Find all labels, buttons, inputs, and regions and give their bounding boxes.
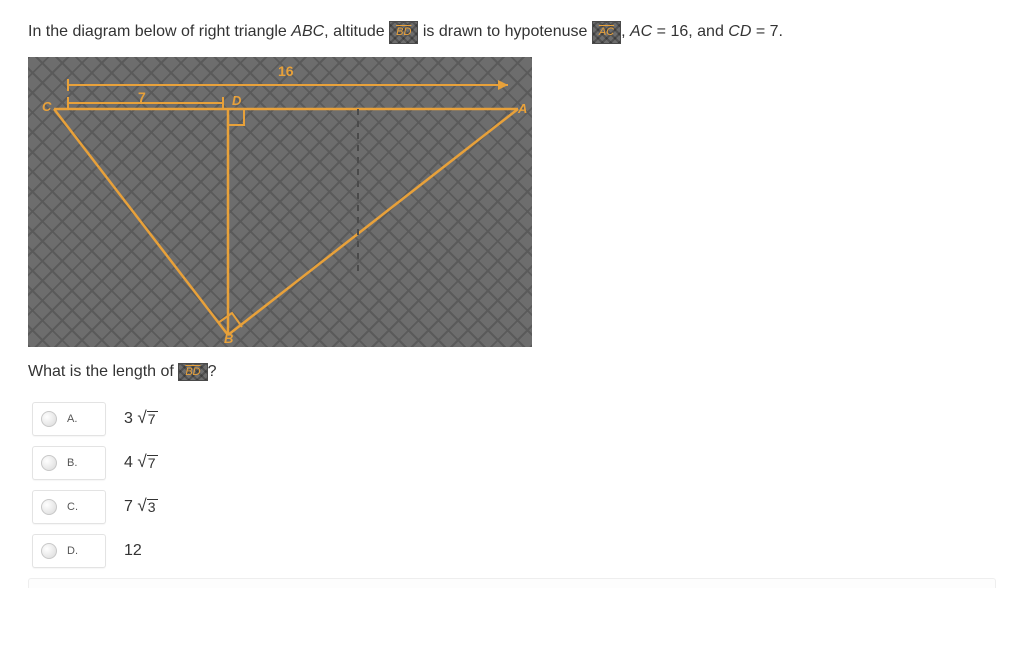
text: ? bbox=[208, 363, 217, 380]
segment-chip-bd: BD bbox=[389, 21, 418, 44]
text: , altitude bbox=[324, 23, 389, 40]
question-text: What is the length of BD? bbox=[28, 363, 996, 382]
dim-ac: 16 bbox=[278, 63, 294, 79]
choice-c-row: C. 7 √3 bbox=[32, 490, 996, 524]
text: is drawn to hypotenuse bbox=[418, 23, 591, 40]
choice-letter: A. bbox=[67, 413, 77, 425]
diagram-svg bbox=[28, 57, 532, 347]
segment-chip-bd-q: BD bbox=[178, 363, 207, 381]
text: = 16 bbox=[652, 23, 688, 40]
text: In the diagram below of right triangle bbox=[28, 23, 291, 40]
text: , and bbox=[688, 23, 728, 40]
choice-d-text: 12 bbox=[124, 542, 142, 560]
choice-letter: C. bbox=[67, 501, 78, 513]
choice-b-text: 4 √7 bbox=[124, 453, 158, 472]
radio-icon bbox=[41, 455, 57, 471]
choice-letter: B. bbox=[67, 457, 77, 469]
point-b: B bbox=[224, 331, 233, 346]
point-c: C bbox=[42, 99, 51, 114]
text: . bbox=[779, 23, 783, 40]
choice-b-row: B. 4 √7 bbox=[32, 446, 996, 480]
choice-d-button[interactable]: D. bbox=[32, 534, 106, 568]
footer-panel bbox=[28, 578, 996, 588]
segment-chip-ac: AC bbox=[592, 21, 621, 44]
var: CD bbox=[728, 23, 751, 40]
dim-cd: 7 bbox=[138, 89, 146, 105]
choice-a-row: A. 3 √7 bbox=[32, 402, 996, 436]
triangle-name: ABC bbox=[291, 23, 324, 40]
text: What is the length of bbox=[28, 363, 178, 380]
answer-choices: A. 3 √7 B. 4 √7 C. 7 √3 D. 12 bbox=[32, 402, 996, 568]
choice-d-row: D. 12 bbox=[32, 534, 996, 568]
problem-statement: In the diagram below of right triangle A… bbox=[28, 20, 996, 45]
text: , bbox=[621, 23, 630, 40]
choice-a-button[interactable]: A. bbox=[32, 402, 106, 436]
choice-c-text: 7 √3 bbox=[124, 497, 158, 516]
radio-icon bbox=[41, 411, 57, 427]
choice-b-button[interactable]: B. bbox=[32, 446, 106, 480]
radio-icon bbox=[41, 499, 57, 515]
text: = 7 bbox=[751, 23, 778, 40]
point-d: D bbox=[232, 93, 241, 108]
radio-icon bbox=[41, 543, 57, 559]
geometry-diagram: 16 7 C D A B bbox=[28, 57, 532, 347]
point-a: A bbox=[518, 101, 527, 116]
choice-c-button[interactable]: C. bbox=[32, 490, 106, 524]
var: AC bbox=[630, 23, 652, 40]
choice-letter: D. bbox=[67, 545, 78, 557]
choice-a-text: 3 √7 bbox=[124, 409, 158, 428]
